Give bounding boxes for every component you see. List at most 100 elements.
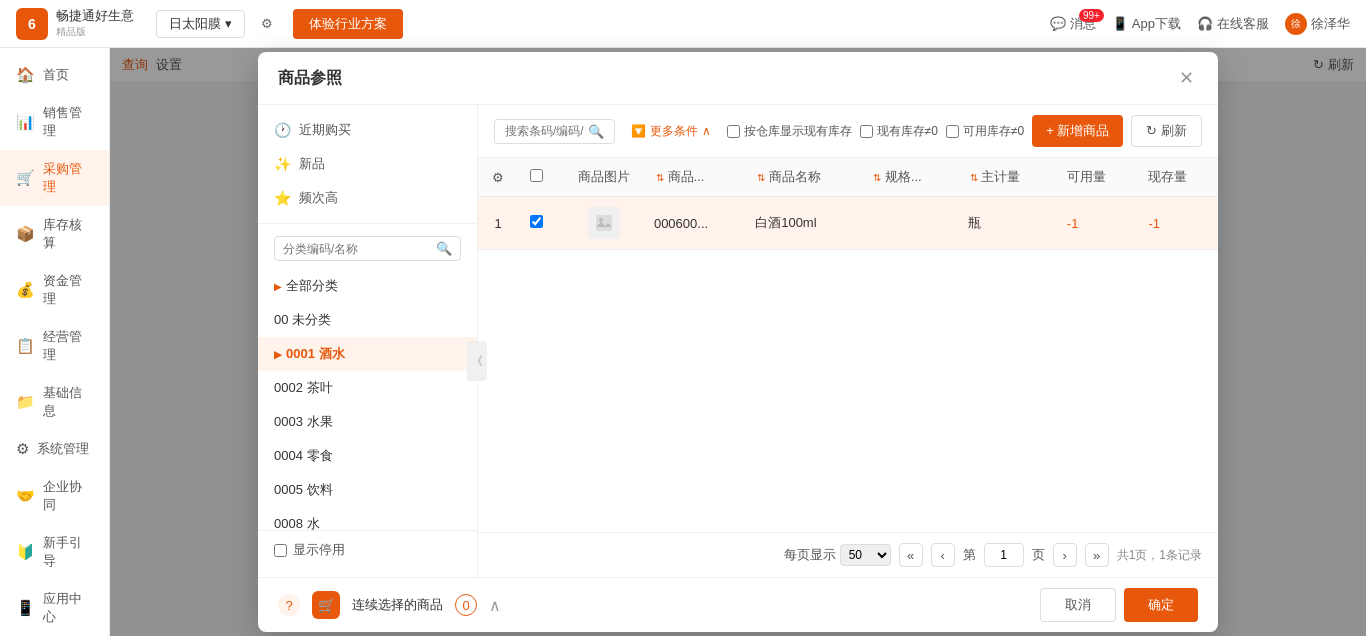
sidebar-label-apps: 应用中心	[43, 590, 93, 626]
sidebar-item-enterprise[interactable]: 🤝 企业协同	[0, 468, 109, 524]
th-image[interactable]: 商品图片	[566, 158, 642, 197]
confirm-btn[interactable]: 确定	[1124, 588, 1198, 622]
th-checkbox	[518, 158, 566, 197]
sidebar-item-operation[interactable]: 📋 经营管理	[0, 318, 109, 374]
th-spec[interactable]: ⇅ 规格...	[859, 158, 955, 197]
nav-app-download[interactable]: 📱 App下载	[1112, 15, 1181, 33]
existing-checkbox[interactable]	[860, 125, 873, 138]
cat-all[interactable]: ▶ 全部分类	[258, 269, 477, 303]
select-all-checkbox[interactable]	[530, 169, 543, 182]
th-unit[interactable]: ⇅ 主计量	[956, 158, 1055, 197]
th-spec-label: 规格...	[885, 169, 922, 184]
sort-icon: ⇅	[656, 172, 664, 183]
guide-icon: 🔰	[16, 543, 35, 561]
left-recent-buy[interactable]: 🕐 近期购买	[258, 113, 477, 147]
sidebar-item-sales[interactable]: 📊 销售管理	[0, 94, 109, 150]
cat-0001[interactable]: ▶ 0001 酒水	[258, 337, 477, 371]
th-code[interactable]: ⇅ 商品...	[642, 158, 743, 197]
nav-trial-btn[interactable]: 体验行业方案	[293, 9, 403, 39]
page-unit: 页	[1032, 546, 1045, 564]
nav-message[interactable]: 💬 消息 99+	[1050, 15, 1096, 33]
page-next-btn[interactable]: ›	[1053, 543, 1077, 567]
left-frequent[interactable]: ⭐ 频次高	[258, 181, 477, 215]
logo-sub: 精品版	[56, 25, 134, 39]
sales-icon: 📊	[16, 113, 35, 131]
sidebar-item-purchase[interactable]: 🛒 采购管理	[0, 150, 109, 206]
gear-icon[interactable]: ⚙	[253, 10, 281, 38]
warehouse-checkbox-label[interactable]: 按仓库显示现有库存	[727, 123, 852, 140]
page-number-input[interactable]	[984, 543, 1024, 567]
main-layout: 🏠 首页 📊 销售管理 🛒 采购管理 📦 库存核算 💰 资金管理 📋 经营管理 …	[0, 48, 1366, 636]
help-btn[interactable]: ?	[278, 594, 300, 616]
cat-0002-label: 0002 茶叶	[274, 379, 333, 397]
collapse-btn[interactable]: ∧	[489, 596, 501, 615]
row-checkbox[interactable]	[530, 215, 543, 228]
th-available[interactable]: 可用量	[1055, 158, 1137, 197]
left-new-product[interactable]: ✨ 新品	[258, 147, 477, 181]
per-page-dropdown[interactable]: 50 100 200	[840, 544, 891, 566]
left-collapse-btn[interactable]: 《	[467, 341, 487, 381]
modal-overlay: 商品参照 ✕ 🕐 近期购买 ✨ 新品	[110, 48, 1366, 636]
add-product-btn[interactable]: + 新增商品	[1032, 115, 1123, 147]
th-stock[interactable]: 现存量	[1136, 158, 1218, 197]
category-search-input[interactable]	[283, 242, 432, 256]
cart-label: 连续选择的商品	[352, 596, 443, 614]
sort-icon-2: ⇅	[757, 172, 765, 183]
cancel-btn[interactable]: 取消	[1040, 588, 1116, 622]
image-icon	[596, 215, 612, 231]
sidebar-item-apps[interactable]: 📱 应用中心	[0, 580, 109, 636]
show-disabled-label: 显示停用	[293, 541, 345, 559]
product-reference-modal: 商品参照 ✕ 🕐 近期购买 ✨ 新品	[258, 52, 1218, 632]
online-service-label: 在线客服	[1217, 15, 1269, 33]
sidebar-item-inventory[interactable]: 📦 库存核算	[0, 206, 109, 262]
product-search-input[interactable]	[505, 124, 584, 138]
finance-icon: 💰	[16, 281, 35, 299]
nav-selector-label: 日太阳膜	[169, 15, 221, 33]
sidebar-item-guide[interactable]: 🔰 新手引导	[0, 524, 109, 580]
sidebar-item-system[interactable]: ⚙ 系统管理	[0, 430, 109, 468]
sidebar-item-finance[interactable]: 💰 资金管理	[0, 262, 109, 318]
page-first-btn[interactable]: «	[899, 543, 923, 567]
cat-0008[interactable]: 0008 水	[258, 507, 477, 530]
show-disabled-checkbox[interactable]	[274, 544, 287, 557]
cat-0005[interactable]: 0005 饮料	[258, 473, 477, 507]
modal-close-btn[interactable]: ✕	[1174, 66, 1198, 90]
cat-00[interactable]: 00 未分类	[258, 303, 477, 337]
cell-checkbox	[518, 197, 566, 250]
basic-icon: 📁	[16, 393, 35, 411]
content-area: 查询 设置 ↻ 刷新 商品参照 ✕ 🕐 近期购买	[110, 48, 1366, 636]
left-category-search: 🔍	[274, 236, 461, 261]
cell-name: 白酒100ml	[743, 197, 859, 250]
th-settings[interactable]: ⚙	[478, 158, 518, 197]
cart-count: 0	[455, 594, 477, 616]
table-head: ⚙ 商品图片 ⇅ 商品...	[478, 158, 1218, 197]
table-row[interactable]: 1	[478, 197, 1218, 250]
sidebar-item-basic[interactable]: 📁 基础信息	[0, 374, 109, 430]
filter-icon: 🔽	[631, 124, 646, 138]
nav-user[interactable]: 徐 徐泽华	[1285, 13, 1350, 35]
more-filter-btn[interactable]: 🔽 更多条件 ∧	[623, 119, 719, 144]
available-checkbox[interactable]	[946, 125, 959, 138]
cat-all-label: 全部分类	[286, 277, 338, 295]
warehouse-checkbox[interactable]	[727, 125, 740, 138]
modal-footer: ? 🛒 连续选择的商品 0 ∧ 取消 确定	[258, 577, 1218, 632]
cat-0004[interactable]: 0004 零食	[258, 439, 477, 473]
nav-online-service[interactable]: 🎧 在线客服	[1197, 15, 1269, 33]
cat-0002[interactable]: 0002 茶叶	[258, 371, 477, 405]
cat-0003[interactable]: 0003 水果	[258, 405, 477, 439]
refresh-btn[interactable]: ↻ 刷新	[1131, 115, 1202, 147]
page-last-btn[interactable]: »	[1085, 543, 1109, 567]
page-prev-btn[interactable]: ‹	[931, 543, 955, 567]
existing-checkbox-label[interactable]: 现有库存≠0	[860, 123, 938, 140]
sort-icon-4: ⇅	[970, 172, 978, 183]
cat-0004-label: 0004 零食	[274, 447, 333, 465]
modal-right-panel: 🔍 🔽 更多条件 ∧ 按仓库显示现有库存	[478, 105, 1218, 577]
th-name[interactable]: ⇅ 商品名称	[743, 158, 859, 197]
new-product-label: 新品	[299, 155, 325, 173]
sidebar-label-operation: 经营管理	[43, 328, 93, 364]
sidebar-item-home[interactable]: 🏠 首页	[0, 56, 109, 94]
nav-selector[interactable]: 日太阳膜 ▾	[156, 10, 245, 38]
available-checkbox-label[interactable]: 可用库存≠0	[946, 123, 1024, 140]
sidebar-label-enterprise: 企业协同	[43, 478, 93, 514]
clock-icon: 🕐	[274, 122, 291, 138]
